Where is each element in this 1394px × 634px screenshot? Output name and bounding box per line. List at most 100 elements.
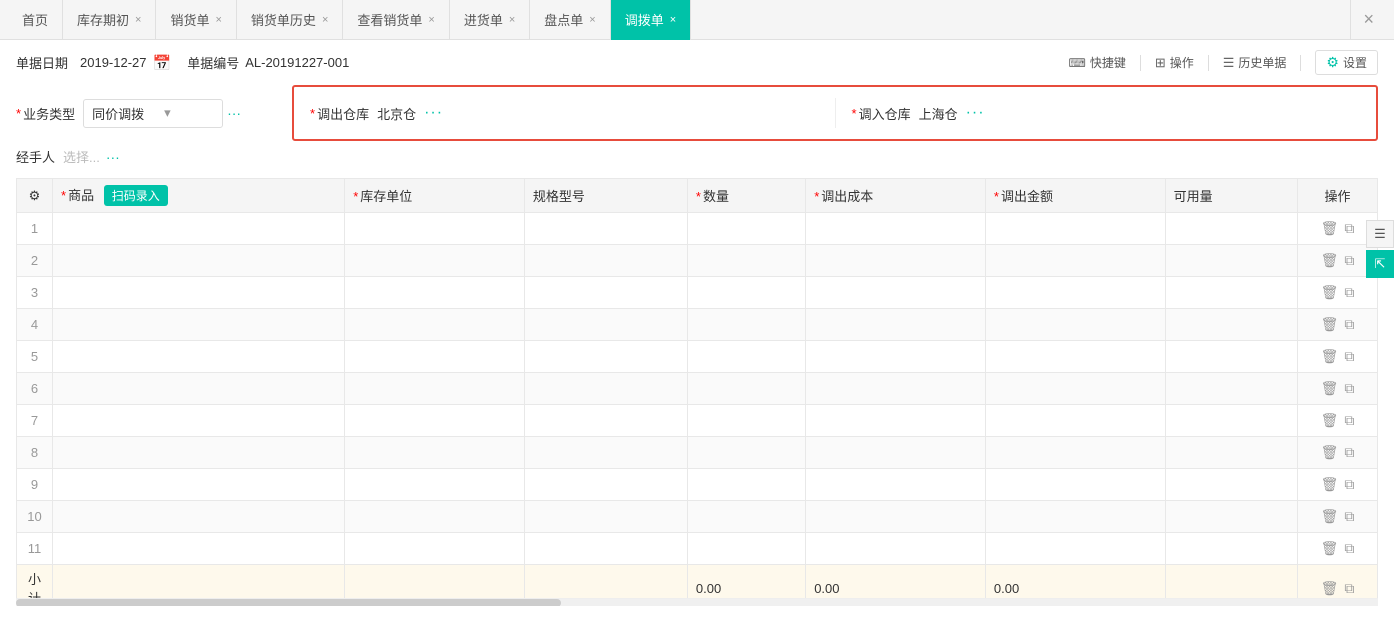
cell-product[interactable] [53,533,345,565]
cell-product[interactable] [53,437,345,469]
copy-row-icon[interactable]: ⧉ [1344,252,1354,269]
cell-spec[interactable] [524,245,687,277]
scan-button[interactable]: 扫码录入 [104,185,168,206]
float-expand-btn[interactable]: ⇱ [1366,250,1394,278]
delete-row-icon[interactable]: 🗑 [1321,508,1339,525]
cell-cost[interactable] [806,405,986,437]
delete-row-icon[interactable]: 🗑 [1321,316,1339,333]
cell-spec[interactable] [524,533,687,565]
copy-row-icon[interactable]: ⧉ [1344,508,1354,525]
delete-row-icon[interactable]: 🗑 [1321,252,1339,269]
cell-unit[interactable] [345,437,525,469]
cell-product[interactable] [53,405,345,437]
tab-home[interactable]: 首页 [8,0,63,40]
cell-spec[interactable] [524,277,687,309]
delete-row-icon[interactable]: 🗑 [1321,220,1339,237]
subtotal-delete-icon[interactable]: 🗑 [1321,580,1339,597]
tab-view-sales[interactable]: 查看销货单 × [343,0,449,40]
tab-close-view-sales[interactable]: × [428,14,434,26]
cell-spec[interactable] [524,501,687,533]
cell-product[interactable] [53,501,345,533]
delete-row-icon[interactable]: 🗑 [1321,476,1339,493]
cell-cost[interactable] [806,373,986,405]
cell-product[interactable] [53,309,345,341]
tab-close-sales-order[interactable]: × [215,14,221,26]
delete-row-icon[interactable]: 🗑 [1321,412,1339,429]
tab-sales-history[interactable]: 销货单历史 × [237,0,343,40]
cell-qty[interactable] [687,309,805,341]
copy-row-icon[interactable]: ⧉ [1344,444,1354,461]
copy-row-icon[interactable]: ⧉ [1344,412,1354,429]
copy-row-icon[interactable]: ⧉ [1344,284,1354,301]
cell-qty[interactable] [687,533,805,565]
cell-qty[interactable] [687,245,805,277]
tab-purchase[interactable]: 进货单 × [450,0,530,40]
person-more-icon[interactable]: ··· [106,149,120,165]
cell-spec[interactable] [524,469,687,501]
biz-type-more-icon[interactable]: ··· [227,105,241,121]
cell-spec[interactable] [524,405,687,437]
cell-spec[interactable] [524,213,687,245]
operation-btn[interactable]: ⊞ 操作 [1155,54,1194,71]
cell-spec[interactable] [524,341,687,373]
cell-qty[interactable] [687,213,805,245]
cell-qty[interactable] [687,469,805,501]
subtotal-copy-icon[interactable]: ⧉ [1344,580,1354,597]
tab-inventory-init[interactable]: 库存期初 × [63,0,156,40]
cell-amount[interactable] [985,309,1165,341]
cell-cost[interactable] [806,341,986,373]
cell-unit[interactable] [345,341,525,373]
copy-row-icon[interactable]: ⧉ [1344,348,1354,365]
cell-cost[interactable] [806,277,986,309]
tab-close-inventory-init[interactable]: × [135,14,141,26]
cell-amount[interactable] [985,373,1165,405]
settings-button[interactable]: ⚙ 设置 [1315,50,1378,75]
cell-amount[interactable] [985,501,1165,533]
cell-cost[interactable] [806,213,986,245]
cell-qty[interactable] [687,373,805,405]
cell-product[interactable] [53,341,345,373]
shortcut-btn[interactable]: ⌨ 快捷键 [1068,54,1125,71]
cell-product[interactable] [53,373,345,405]
cell-amount[interactable] [985,469,1165,501]
tab-transfer[interactable]: 调拨单 × [611,0,691,40]
cell-unit[interactable] [345,469,525,501]
cell-qty[interactable] [687,437,805,469]
horizontal-scrollbar[interactable] [16,598,1378,606]
biz-type-dropdown[interactable]: 同价调拨 ▾ [83,99,223,128]
delete-row-icon[interactable]: 🗑 [1321,444,1339,461]
cell-amount[interactable] [985,341,1165,373]
delete-row-icon[interactable]: 🗑 [1321,284,1339,301]
cell-product[interactable] [53,245,345,277]
copy-row-icon[interactable]: ⧉ [1344,380,1354,397]
copy-row-icon[interactable]: ⧉ [1344,316,1354,333]
cell-qty[interactable] [687,341,805,373]
history-btn[interactable]: ☰ 历史单据 [1223,54,1287,71]
cell-unit[interactable] [345,373,525,405]
tab-stocktake[interactable]: 盘点单 × [530,0,610,40]
cell-cost[interactable] [806,245,986,277]
cell-unit[interactable] [345,213,525,245]
delete-row-icon[interactable]: 🗑 [1321,540,1339,557]
cell-product[interactable] [53,213,345,245]
cell-amount[interactable] [985,533,1165,565]
th-settings[interactable]: ⚙ [17,179,53,213]
cell-qty[interactable] [687,405,805,437]
tab-close-purchase[interactable]: × [509,14,515,26]
window-close-button[interactable]: × [1350,0,1386,40]
cell-spec[interactable] [524,437,687,469]
cell-cost[interactable] [806,469,986,501]
cell-product[interactable] [53,277,345,309]
cell-cost[interactable] [806,309,986,341]
copy-row-icon[interactable]: ⧉ [1344,540,1354,557]
person-select[interactable]: 选择... [63,147,100,166]
table-scroll-area[interactable]: ⚙ *商品 扫码录入 *库存单位 规格型号 *数量 *调出成本 *调出金额 可用… [16,178,1378,598]
copy-row-icon[interactable]: ⧉ [1344,220,1354,237]
cell-qty[interactable] [687,277,805,309]
cell-unit[interactable] [345,277,525,309]
scroll-thumb[interactable] [16,599,561,606]
tab-close-transfer[interactable]: × [670,14,676,26]
cell-cost[interactable] [806,533,986,565]
cell-amount[interactable] [985,245,1165,277]
tab-close-sales-history[interactable]: × [322,14,328,26]
